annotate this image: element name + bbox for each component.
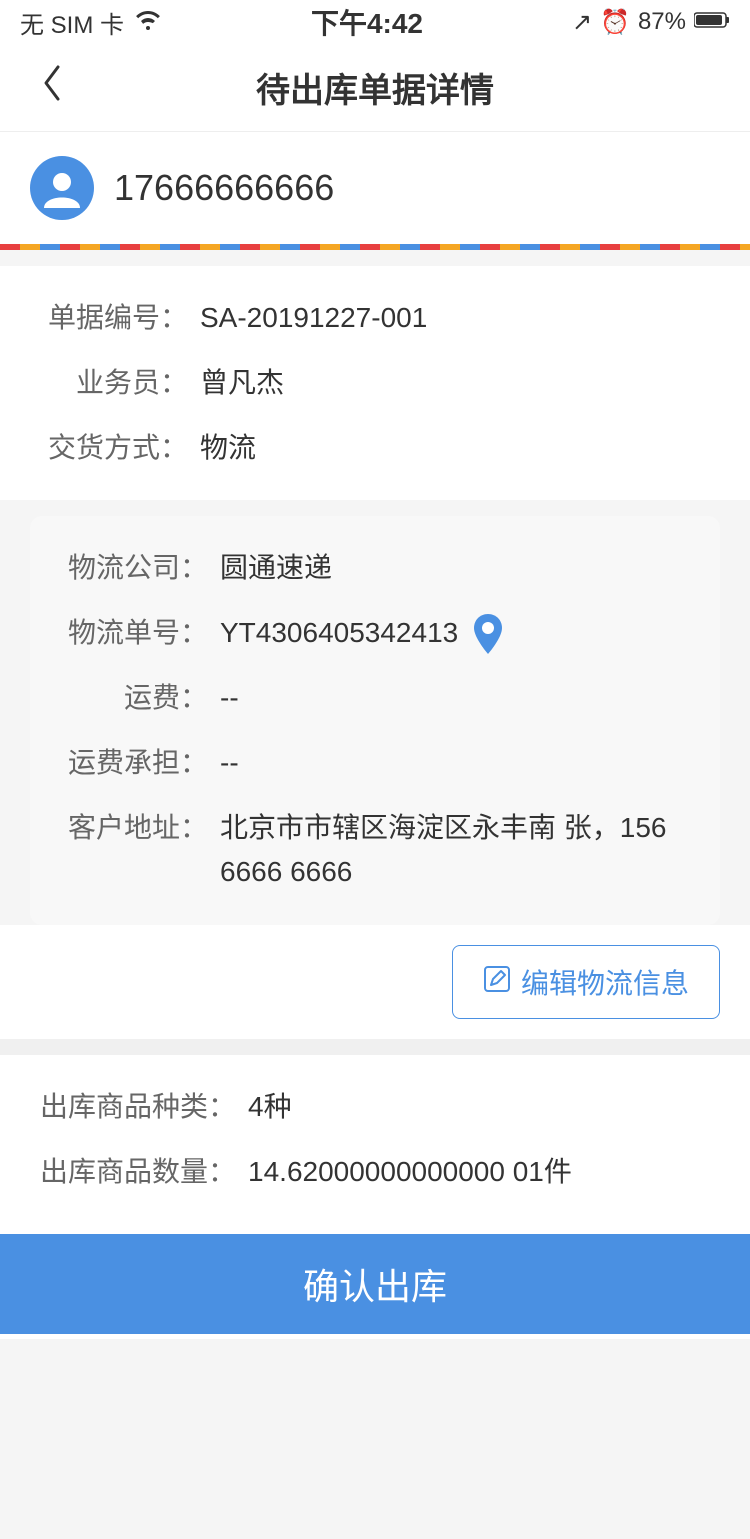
- nav-bar: 待出库单据详情: [0, 44, 750, 132]
- freight-bearer-value: --: [220, 741, 690, 786]
- status-right: ↗ ⏰ 87%: [572, 8, 730, 37]
- user-phone: 17666666666: [114, 167, 334, 209]
- freight-row: 运费： --: [60, 676, 690, 721]
- tracking-number-label: 物流单号：: [60, 611, 220, 656]
- status-bar: 无 SIM 卡 下午4:42 ↗ ⏰ 87%: [0, 0, 750, 44]
- freight-label: 运费：: [60, 676, 220, 721]
- sales-person-value: 曾凡杰: [200, 361, 710, 406]
- status-left: 无 SIM 卡: [20, 5, 162, 40]
- edit-button-container: 编辑物流信息: [0, 925, 750, 1039]
- goods-types-label: 出库商品种类：: [40, 1085, 248, 1130]
- delivery-method-value: 物流: [200, 426, 710, 471]
- sales-person-label: 业务员：: [40, 361, 200, 406]
- goods-section: 出库商品种类： 4种 出库商品数量： 14.62000000000000 01件: [0, 1055, 750, 1225]
- logistics-company-value: 圆通速递: [220, 546, 690, 591]
- carrier-text: 无 SIM 卡: [20, 5, 124, 40]
- edit-logistics-label: 编辑物流信息: [521, 962, 689, 1002]
- spacer: [0, 1339, 750, 1439]
- edit-icon: [483, 965, 511, 1000]
- delivery-method-row: 交货方式： 物流: [40, 426, 710, 471]
- battery-icon: [694, 8, 730, 36]
- location-icon: ↗: [572, 8, 592, 37]
- goods-quantity-label: 出库商品数量：: [40, 1150, 248, 1195]
- document-number-value: SA-20191227-001: [200, 296, 710, 341]
- address-label: 客户地址：: [60, 806, 220, 851]
- avatar: [30, 156, 94, 220]
- user-header: 17666666666: [0, 132, 750, 244]
- goods-types-row: 出库商品种类： 4种: [40, 1085, 710, 1130]
- freight-value: --: [220, 676, 690, 721]
- goods-quantity-row: 出库商品数量： 14.62000000000000 01件: [40, 1150, 710, 1195]
- logistics-company-label: 物流公司：: [60, 546, 220, 591]
- basic-info-section: 单据编号： SA-20191227-001 业务员： 曾凡杰 交货方式： 物流: [0, 266, 750, 500]
- delivery-method-label: 交货方式：: [40, 426, 200, 471]
- confirm-button-label: 确认出库: [303, 1258, 447, 1310]
- goods-quantity-value: 14.62000000000000 01件: [248, 1150, 710, 1195]
- page-title: 待出库单据详情: [256, 63, 494, 112]
- tracking-number-text: YT4306405342413: [220, 611, 458, 656]
- decorative-dashed-line: [0, 244, 750, 250]
- alarm-icon: ⏰: [600, 8, 630, 37]
- logistics-card: 物流公司： 圆通速递 物流单号： YT4306405342413 运费： -- …: [30, 516, 720, 925]
- tracking-number-value: YT4306405342413: [220, 611, 690, 656]
- logistics-company-row: 物流公司： 圆通速递: [60, 546, 690, 591]
- goods-types-value: 4种: [248, 1085, 710, 1130]
- bottom-padding: [0, 1439, 750, 1539]
- address-value: 北京市市辖区海淀区永丰南 张，156 6666 6666: [220, 806, 690, 896]
- document-number-label: 单据编号：: [40, 296, 200, 341]
- freight-bearer-label: 运费承担：: [60, 741, 220, 786]
- back-button[interactable]: [30, 53, 74, 122]
- wifi-icon: [134, 8, 162, 37]
- edit-logistics-button[interactable]: 编辑物流信息: [452, 945, 720, 1019]
- address-row: 客户地址： 北京市市辖区海淀区永丰南 张，156 6666 6666: [60, 806, 690, 896]
- sales-person-row: 业务员： 曾凡杰: [40, 361, 710, 406]
- status-time: 下午4:42: [311, 2, 423, 42]
- battery-text: 87%: [638, 8, 686, 36]
- document-number-row: 单据编号： SA-20191227-001: [40, 296, 710, 341]
- location-pin-icon[interactable]: [470, 614, 510, 654]
- freight-bearer-row: 运费承担： --: [60, 741, 690, 786]
- tracking-number-row: 物流单号： YT4306405342413: [60, 611, 690, 656]
- section-divider: [0, 1039, 750, 1055]
- confirm-button[interactable]: 确认出库: [0, 1234, 750, 1334]
